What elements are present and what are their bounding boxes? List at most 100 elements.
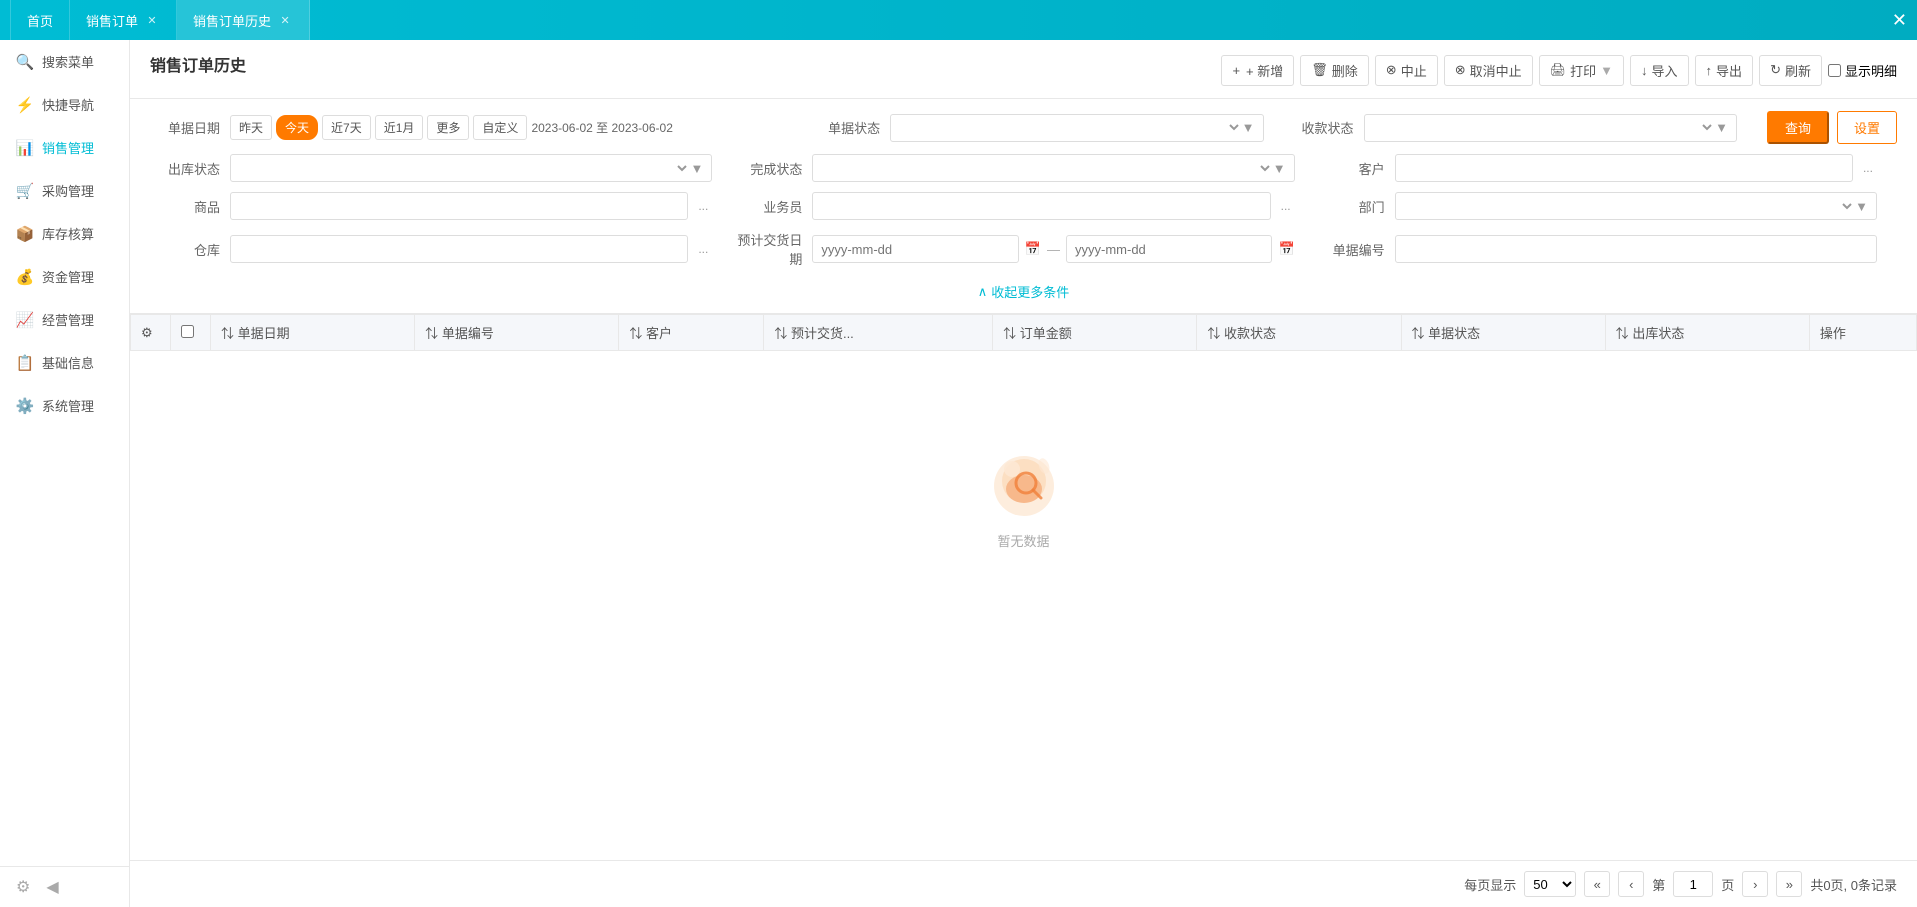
sidebar-item-purchase-mgmt[interactable]: 🛒 采购管理 [0,169,129,212]
complete-status-select[interactable]: ▼ [812,154,1294,182]
page-size-select[interactable]: 10 20 50 100 [1524,871,1576,897]
refresh-button[interactable]: ↻ 刷新 [1759,55,1822,86]
sidebar-item-operations-label: 经营管理 [42,310,94,329]
table-header-row: ⚙ ⇅ 单据日期 ⇅ 单据编号 [131,315,1917,351]
next-page-button[interactable]: › [1742,871,1768,897]
date-label: 单据日期 [150,118,230,137]
filter-area: 单据日期 昨天 今天 近7天 近1月 更多 自定义 2023-06-02 至 2… [130,99,1917,314]
import-icon: ↓ [1641,63,1648,78]
show-details-toggle[interactable]: 显示明细 [1828,61,1897,80]
sidebar-item-sales-mgmt[interactable]: 📊 销售管理 [0,126,129,169]
dept-select[interactable]: ▼ [1395,192,1877,220]
sidebar-collapse-icon[interactable]: ◀ [46,877,58,897]
tab-sales-order[interactable]: 销售订单 ✕ [70,0,177,40]
filter-row-2: 出库状态 ▼ 完成状态 ▼ [150,154,1897,182]
date-btn-yesterday[interactable]: 昨天 [230,115,272,140]
payment-status-select-input[interactable] [1373,119,1716,136]
tab-sales-order-close[interactable]: ✕ [144,12,160,28]
sidebar-item-inventory[interactable]: 📦 库存核算 [0,212,129,255]
stop-button[interactable]: ⊗ 中止 [1375,55,1438,86]
import-button[interactable]: ↓ 导入 [1630,55,1689,86]
empty-row: 暂无数据 [131,351,1917,631]
data-table: ⚙ ⇅ 单据日期 ⇅ 单据编号 [130,314,1917,630]
sidebar-item-basic-info[interactable]: 📋 基础信息 [0,341,129,384]
sidebar-item-sys-mgmt[interactable]: ⚙️ 系统管理 [0,384,129,427]
cancel-stop-button[interactable]: ⊗ 取消中止 [1444,55,1533,86]
page-title: 销售订单历史 [150,52,246,76]
delivery-date-from[interactable] [812,235,1018,263]
delivery-date-to[interactable] [1066,235,1272,263]
th-delivery-label: 预计交货... [791,326,854,341]
table-area: ⚙ ⇅ 单据日期 ⇅ 单据编号 [130,314,1917,860]
delete-button[interactable]: 🗑 删除 [1300,55,1369,86]
sidebar-settings-icon[interactable]: ⚙ [16,877,30,897]
new-button[interactable]: + + 新增 [1221,55,1294,86]
sidebar-item-sys-mgmt-label: 系统管理 [42,396,94,415]
tab-home-label: 首页 [27,11,53,30]
date-btn-1month[interactable]: 近1月 [375,115,424,140]
show-details-checkbox[interactable] [1828,64,1841,77]
order-status-select-input[interactable] [899,119,1242,136]
payment-status-control: ▼ [1364,114,1737,142]
last-page-button[interactable]: » [1776,871,1802,897]
tab-home[interactable]: 首页 [10,0,70,40]
first-page-button[interactable]: « [1584,871,1610,897]
order-status-chevron: ▼ [1242,120,1255,135]
salesperson-input[interactable] [812,192,1270,220]
warehouse-input[interactable] [230,235,688,263]
date-btn-7days[interactable]: 近7天 [322,115,371,140]
order-status-control: ▼ [890,114,1263,142]
th-checkbox [171,315,211,351]
delivery-date-label: 预计交货日期 [732,230,812,268]
salesperson-more-icon[interactable]: ... [1277,199,1295,213]
customer-input[interactable] [1395,154,1853,182]
page-size-label: 每页显示 [1464,875,1516,894]
sidebar-item-finance[interactable]: 💰 资金管理 [0,255,129,298]
prev-page-button[interactable]: ‹ [1618,871,1644,897]
collapse-button[interactable]: ∧ 收起更多条件 [978,282,1070,301]
settings-filter-button[interactable]: 设置 [1837,111,1897,144]
window-close-icon[interactable]: ✕ [1892,10,1907,31]
collapse-row: ∧ 收起更多条件 [150,278,1897,301]
page-word: 页 [1721,875,1734,894]
date-btn-today[interactable]: 今天 [276,115,318,140]
sidebar-item-quick-nav-label: 快捷导航 [42,95,94,114]
sidebar-item-operations[interactable]: 📈 经营管理 [0,298,129,341]
print-button[interactable]: 🖨 打印 ▼ [1539,55,1624,86]
sidebar-item-search-menu[interactable]: 🔍 搜索菜单 [0,40,129,83]
th-no-label: 单据编号 [442,326,494,341]
page-number-input[interactable] [1673,871,1713,897]
warehouse-control: ... [230,235,712,263]
sys-mgmt-icon: ⚙️ [16,397,34,415]
tab-sales-order-history[interactable]: 销售订单历史 ✕ [177,0,310,40]
order-no-input[interactable] [1395,235,1877,263]
export-button[interactable]: ↑ 导出 [1695,55,1754,86]
calendar-from-icon[interactable]: 📅 [1025,241,1041,257]
quick-nav-icon: ⚡ [16,96,34,114]
payment-status-select[interactable]: ▼ [1364,114,1737,142]
goods-input[interactable] [230,192,688,220]
order-no-label: 单据编号 [1315,240,1395,259]
warehouse-status-select[interactable]: ▼ [230,154,712,182]
dept-select-input[interactable] [1404,198,1855,215]
date-btn-custom[interactable]: 自定义 [473,115,527,140]
refresh-icon: ↻ [1770,62,1781,78]
cancel-stop-icon: ⊗ [1455,62,1466,78]
sidebar-item-quick-nav[interactable]: ⚡ 快捷导航 [0,83,129,126]
filter-row-1: 单据日期 昨天 今天 近7天 近1月 更多 自定义 2023-06-02 至 2… [150,111,1897,144]
calendar-to-icon[interactable]: 📅 [1278,241,1294,257]
select-all-checkbox[interactable] [181,325,194,338]
sidebar-item-basic-info-label: 基础信息 [42,353,94,372]
customer-more-icon[interactable]: ... [1859,161,1877,175]
warehouse-more-icon[interactable]: ... [694,242,712,256]
warehouse-status-select-input[interactable] [239,160,690,177]
order-status-select[interactable]: ▼ [890,114,1263,142]
complete-status-select-input[interactable] [821,160,1272,177]
column-settings-icon[interactable]: ⚙ [141,325,153,340]
goods-more-icon[interactable]: ... [694,199,712,213]
tab-sales-order-history-close[interactable]: ✕ [277,12,293,28]
page-header: 销售订单历史 + + 新增 🗑 删除 ⊗ 中止 ⊗ [130,40,1917,99]
date-btn-more[interactable]: 更多 [427,115,469,140]
th-no: ⇅ 单据编号 [415,315,619,351]
query-button[interactable]: 查询 [1767,111,1829,144]
